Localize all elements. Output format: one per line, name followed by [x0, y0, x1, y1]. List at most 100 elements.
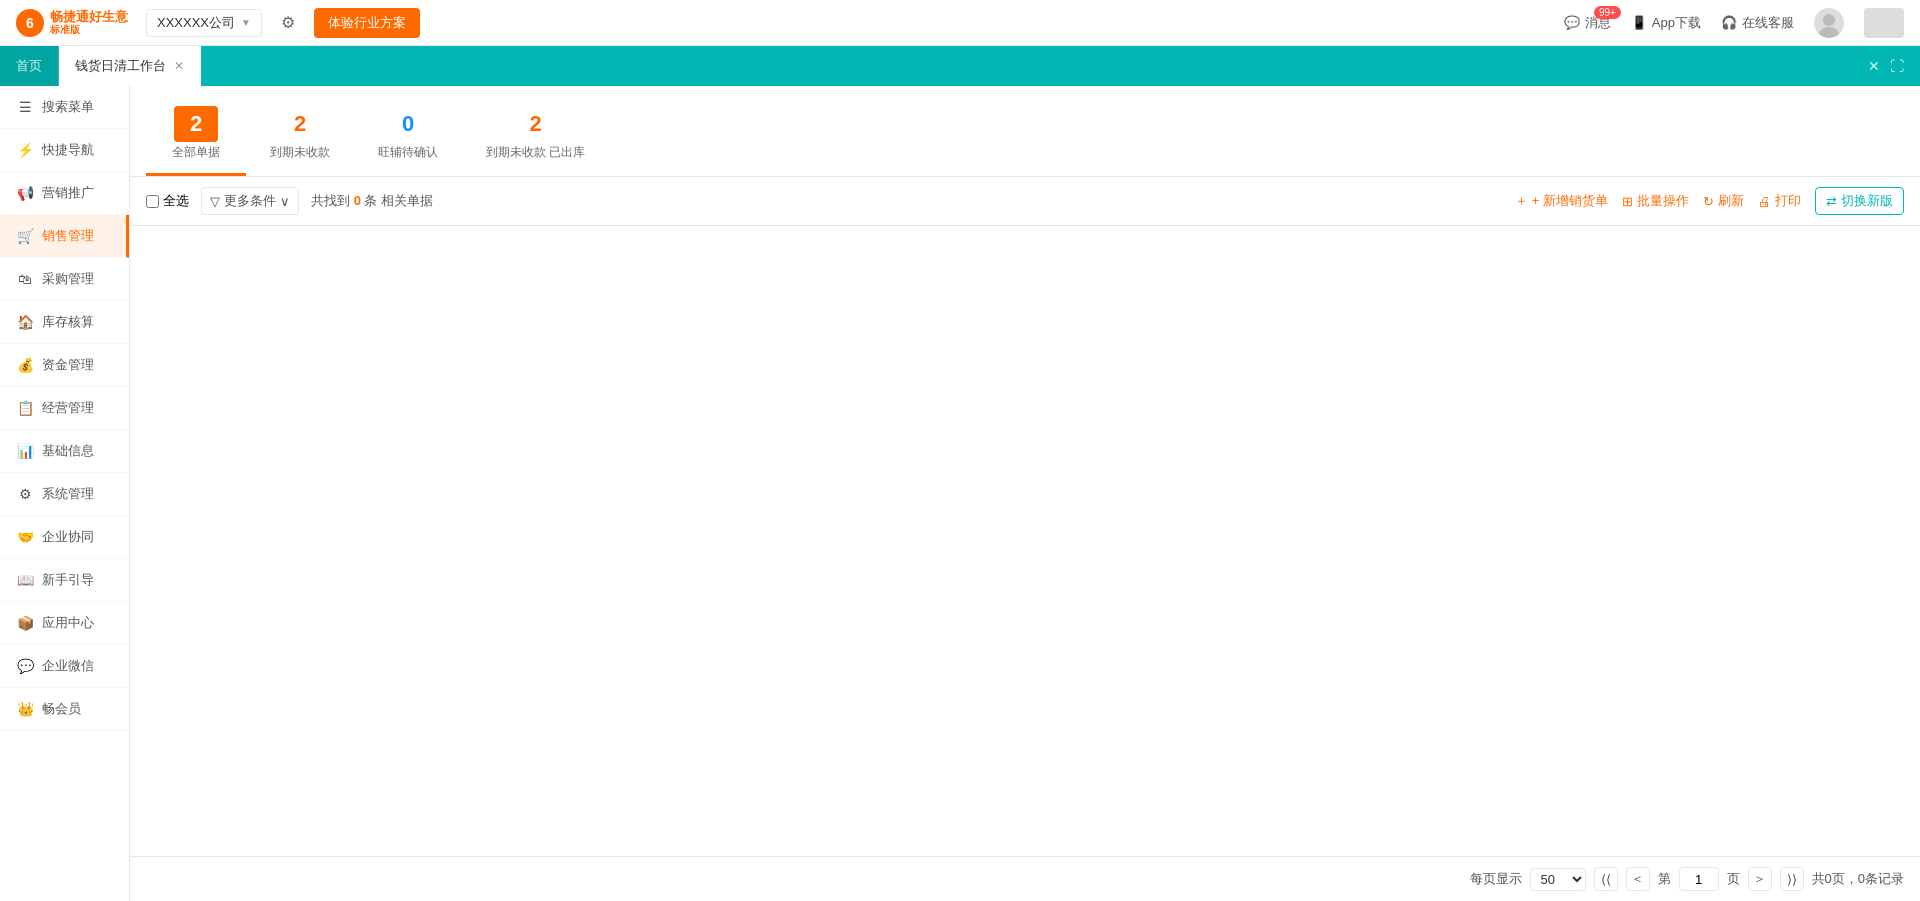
sidebar-item-quick-nav[interactable]: ⚡ 快捷导航: [0, 129, 129, 172]
sidebar-item-search[interactable]: ☰ 搜索菜单: [0, 86, 129, 129]
basic-info-icon: 📊: [16, 443, 34, 459]
company-selector[interactable]: XXXXXX公司 ▼: [146, 9, 262, 37]
sidebar-item-label-enterprise: 企业协同: [42, 528, 94, 546]
stat-num-box-overdue: 2: [278, 106, 322, 142]
sidebar-item-label-finance: 资金管理: [42, 356, 94, 374]
tab-home[interactable]: 首页: [0, 46, 59, 86]
stat-tab-shipped[interactable]: 2 到期未收款 已出库: [462, 98, 609, 176]
found-prefix: 共找到: [311, 193, 350, 208]
switch-label: 切换新版: [1841, 192, 1893, 210]
sidebar-item-basic-info[interactable]: 📊 基础信息: [0, 430, 129, 473]
sidebar-item-enterprise[interactable]: 🤝 企业协同: [0, 516, 129, 559]
prev-page-button[interactable]: ＜: [1626, 867, 1650, 891]
next-page-button[interactable]: ＞: [1748, 867, 1772, 891]
stat-tab-all[interactable]: 2 全部单据: [146, 98, 246, 176]
wechat-icon: 💬: [16, 658, 34, 674]
found-count: 0: [354, 193, 361, 208]
avatar[interactable]: [1814, 8, 1844, 38]
refresh-icon: ↻: [1703, 194, 1714, 209]
per-page-label: 每页显示: [1470, 870, 1522, 888]
sidebar-item-operation[interactable]: 📋 经营管理: [0, 387, 129, 430]
pagination-bar: 每页显示 50 100 200 ⟨⟨ ＜ 第 页 ＞ ⟩⟩ 共0页，0条记录: [130, 856, 1920, 901]
message-action[interactable]: 💬 消息 99+: [1564, 14, 1611, 32]
print-button[interactable]: 🖨 打印: [1758, 192, 1801, 210]
print-icon: 🖨: [1758, 194, 1771, 209]
system-icon: ⚙: [16, 486, 34, 502]
sidebar-item-sales[interactable]: 🛒 销售管理: [0, 215, 129, 258]
sidebar-item-label-basic: 基础信息: [42, 442, 94, 460]
batch-operations-button[interactable]: ⊞ 批量操作: [1622, 192, 1689, 210]
tab-home-label: 首页: [16, 57, 42, 75]
app-download-icon: 📱: [1631, 15, 1647, 30]
tab-close-icon[interactable]: ✕: [174, 59, 184, 73]
user-menu[interactable]: [1864, 8, 1904, 38]
tab-work-bench-label: 钱货日清工作台: [75, 57, 166, 75]
sidebar-item-label-inventory: 库存核算: [42, 313, 94, 331]
filter-button[interactable]: ▽ 更多条件 ∨: [201, 187, 299, 215]
sidebar-item-marketing[interactable]: 📢 营销推广: [0, 172, 129, 215]
svg-point-0: [1823, 14, 1835, 26]
stat-label-pending: 旺辅待确认: [378, 144, 438, 161]
svg-point-1: [1819, 27, 1839, 38]
tab-work-bench[interactable]: 钱货日清工作台 ✕: [59, 46, 201, 86]
sidebar-item-system[interactable]: ⚙ 系统管理: [0, 473, 129, 516]
online-service-action[interactable]: 🎧 在线客服: [1721, 14, 1794, 32]
sidebar-item-finance[interactable]: 💰 资金管理: [0, 344, 129, 387]
sidebar-item-inventory[interactable]: 🏠 库存核算: [0, 301, 129, 344]
sidebar-item-label-operation: 经营管理: [42, 399, 94, 417]
switch-icon: ⇄: [1826, 194, 1837, 209]
sidebar-item-label-marketing: 营销推广: [42, 184, 94, 202]
close-tab-btn[interactable]: ✕: [1868, 58, 1880, 74]
refresh-button[interactable]: ↻ 刷新: [1703, 192, 1744, 210]
vip-icon: 👑: [16, 701, 34, 717]
settings-button[interactable]: ⚙: [272, 7, 304, 39]
last-page-button[interactable]: ⟩⟩: [1780, 867, 1804, 891]
sidebar-item-label-quick: 快捷导航: [42, 141, 94, 159]
stat-label-overdue: 到期未收款: [270, 144, 330, 161]
page-suffix: 页: [1727, 870, 1740, 888]
chevron-down-icon: ▼: [241, 17, 251, 28]
stat-tab-overdue[interactable]: 2 到期未收款: [246, 98, 354, 176]
stat-label-shipped: 到期未收款 已出库: [486, 144, 585, 161]
sidebar-item-label-guide: 新手引导: [42, 571, 94, 589]
add-sales-order-button[interactable]: ＋ + 新增销货单: [1515, 192, 1608, 210]
stat-label-all: 全部单据: [172, 144, 220, 161]
apps-icon: 📦: [16, 615, 34, 631]
per-page-select[interactable]: 50 100 200: [1530, 868, 1586, 891]
add-label: + 新增销货单: [1532, 192, 1608, 210]
sidebar-item-guide[interactable]: 📖 新手引导: [0, 559, 129, 602]
stat-tab-pending[interactable]: 0 旺辅待确认: [354, 98, 462, 176]
sidebar-item-wechat[interactable]: 💬 企业微信: [0, 645, 129, 688]
sidebar-item-label-purchase: 采购管理: [42, 270, 94, 288]
sidebar-item-vip[interactable]: 👑 畅会员: [0, 688, 129, 731]
search-menu-icon: ☰: [16, 99, 34, 115]
sidebar-item-label-search: 搜索菜单: [42, 98, 94, 116]
sidebar-item-apps[interactable]: 📦 应用中心: [0, 602, 129, 645]
content-area: 2 全部单据 2 到期未收款 0 旺辅待确认 2 到期未收款 已出: [130, 86, 1920, 901]
switch-new-version-button[interactable]: ⇄ 切换新版: [1815, 187, 1904, 215]
top-header: 6 畅捷通好生意 标准版 XXXXXX公司 ▼ ⚙ 体验行业方案 💬 消息 99…: [0, 0, 1920, 46]
stat-num-all: 2: [190, 111, 202, 137]
expand-tab-btn[interactable]: ⛶: [1890, 58, 1904, 74]
select-all-checkbox[interactable]: 全选: [146, 192, 189, 210]
guide-icon: 📖: [16, 572, 34, 588]
select-all-label: 全选: [163, 192, 189, 210]
logo-icon: 6: [16, 9, 44, 37]
trial-button[interactable]: 体验行业方案: [314, 8, 420, 38]
logo: 6 畅捷通好生意 标准版: [16, 9, 146, 37]
logo-main-text: 畅捷通好生意: [50, 9, 128, 25]
first-page-button[interactable]: ⟨⟨: [1594, 867, 1618, 891]
app-download-label: App下载: [1652, 14, 1701, 32]
sidebar: ☰ 搜索菜单 ⚡ 快捷导航 📢 营销推广 🛒 销售管理 🛍 采购管理 🏠 库存核…: [0, 86, 130, 901]
found-suffix: 条 相关单据: [364, 193, 433, 208]
app-download-action[interactable]: 📱 App下载: [1631, 14, 1701, 32]
sidebar-item-label-system: 系统管理: [42, 485, 94, 503]
logo-sub-text: 标准版: [50, 24, 128, 36]
sidebar-item-purchase[interactable]: 🛍 采购管理: [0, 258, 129, 301]
page-number-input[interactable]: [1679, 867, 1719, 891]
select-all-input[interactable]: [146, 195, 159, 208]
message-badge: 99+: [1594, 6, 1621, 19]
sales-icon: 🛒: [16, 228, 34, 244]
filter-label: 更多条件: [224, 192, 276, 210]
finance-icon: 💰: [16, 357, 34, 373]
